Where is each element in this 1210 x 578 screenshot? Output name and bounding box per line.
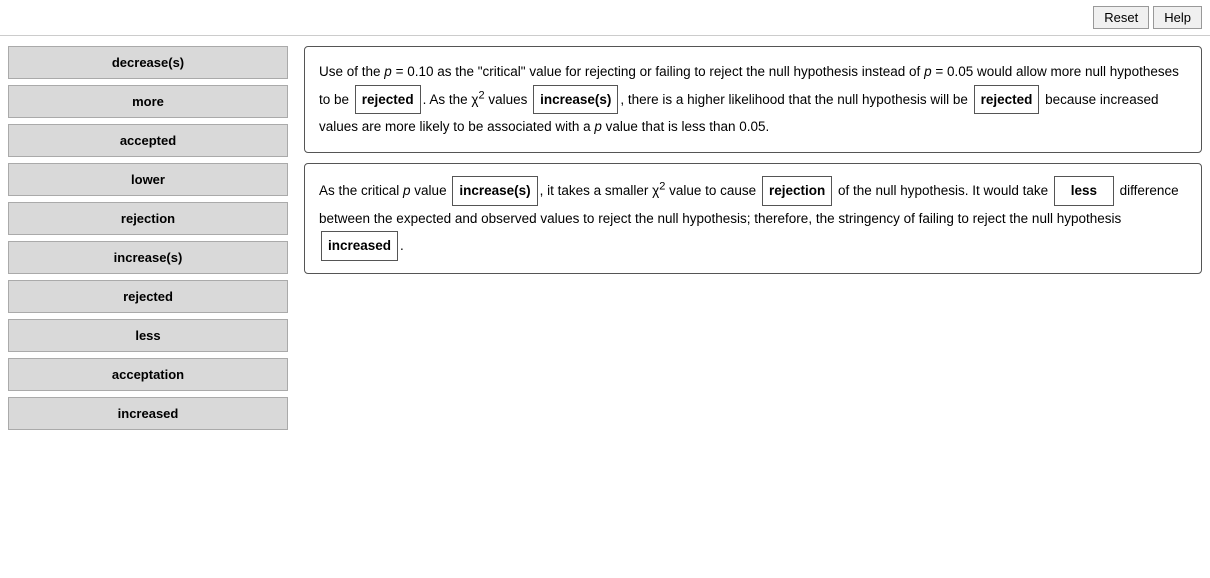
- word-item-increased[interactable]: increased: [8, 397, 288, 430]
- answer-p1-blank1[interactable]: rejected: [355, 85, 421, 115]
- word-item-rejected[interactable]: rejected: [8, 280, 288, 313]
- word-item-accepted[interactable]: accepted: [8, 124, 288, 157]
- reset-button[interactable]: Reset: [1093, 6, 1149, 29]
- word-item-rejection[interactable]: rejection: [8, 202, 288, 235]
- passages-area: Use of the p = 0.10 as the "critical" va…: [304, 46, 1202, 430]
- help-button[interactable]: Help: [1153, 6, 1202, 29]
- answer-p1-blank3[interactable]: rejected: [974, 85, 1040, 115]
- answer-p2-blank1[interactable]: increase(s): [452, 176, 537, 206]
- word-bank: decrease(s) more accepted lower rejection inc…: [8, 46, 288, 430]
- passage-1: Use of the p = 0.10 as the "critical" va…: [304, 46, 1202, 153]
- word-item-lower[interactable]: lower: [8, 163, 288, 196]
- p-italic-3: p: [594, 119, 602, 134]
- answer-p2-blank3[interactable]: less: [1054, 176, 1114, 206]
- p-italic-1: p: [384, 64, 392, 79]
- answer-p1-blank2[interactable]: increase(s): [533, 85, 618, 115]
- passage2-text: As the critical p value increase(s), it …: [319, 183, 1179, 253]
- answer-p2-blank2[interactable]: rejection: [762, 176, 832, 206]
- chi-sup-2: 2: [659, 180, 665, 192]
- chi-sup-1: 2: [478, 89, 484, 101]
- word-item-more[interactable]: more: [8, 85, 288, 118]
- p-italic-4: p: [403, 183, 411, 198]
- passage1-text: Use of the p = 0.10 as the "critical" va…: [319, 64, 1179, 134]
- p-italic-2: p: [924, 64, 932, 79]
- word-item-increases[interactable]: increase(s): [8, 241, 288, 274]
- answer-p2-blank4[interactable]: increased: [321, 231, 398, 261]
- word-item-acceptation[interactable]: acceptation: [8, 358, 288, 391]
- word-item-decrease[interactable]: decrease(s): [8, 46, 288, 79]
- passage-2: As the critical p value increase(s), it …: [304, 163, 1202, 274]
- word-item-less[interactable]: less: [8, 319, 288, 352]
- top-bar: Reset Help: [0, 0, 1210, 36]
